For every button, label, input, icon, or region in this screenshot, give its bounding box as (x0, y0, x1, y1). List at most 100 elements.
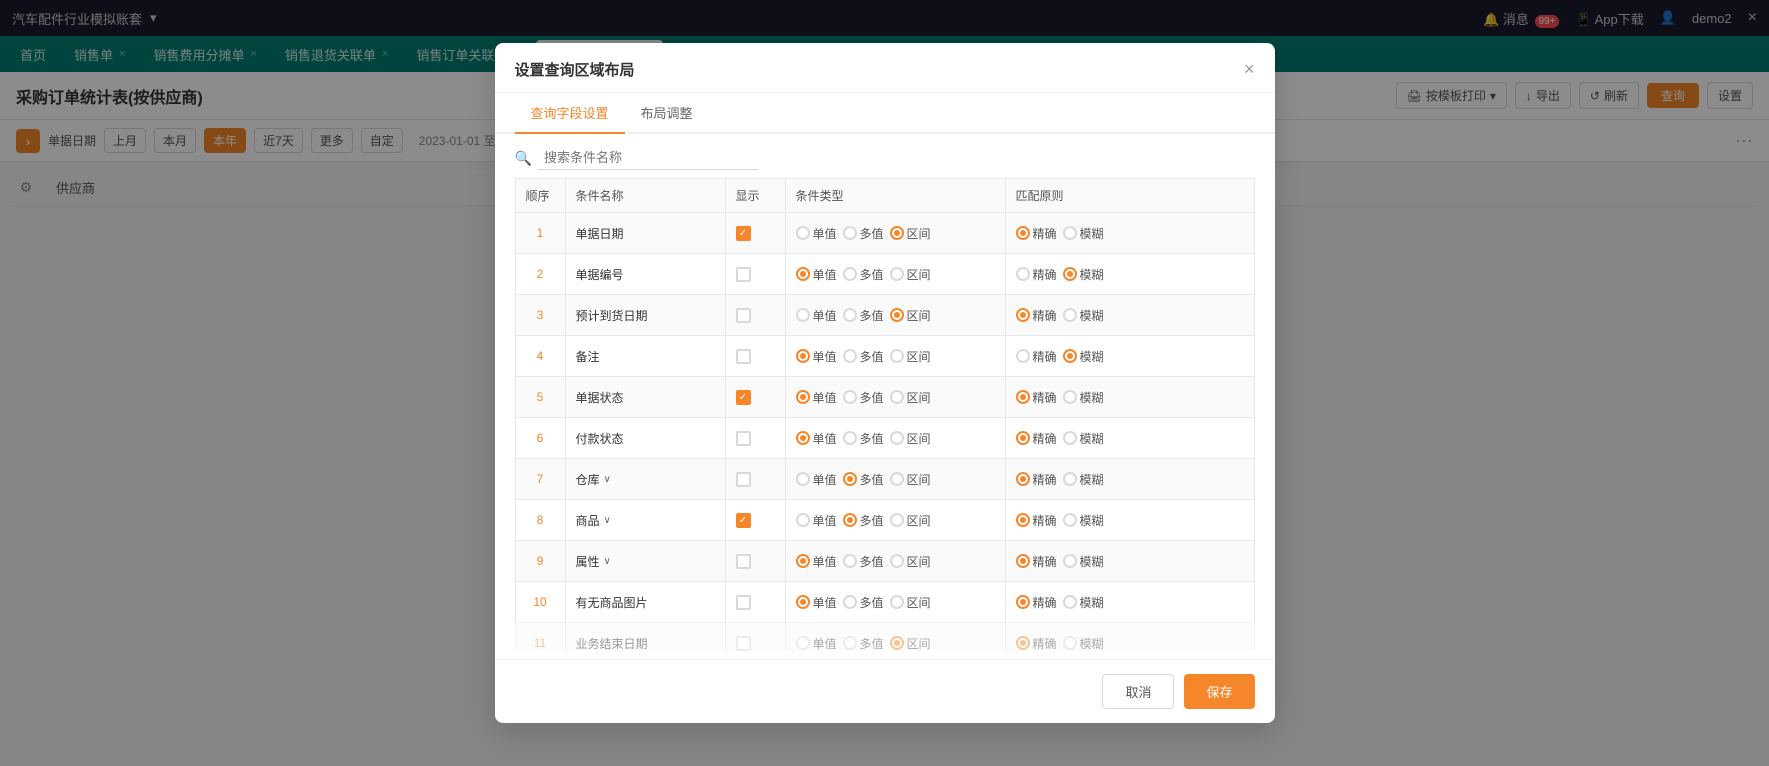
row2-display[interactable] (726, 254, 786, 294)
row5-checkbox[interactable]: ✓ (736, 390, 751, 405)
row6-range-radio[interactable] (890, 431, 904, 445)
row9-checkbox[interactable] (736, 554, 751, 569)
row8-single-radio[interactable] (796, 513, 810, 527)
row2-single-radio[interactable] (796, 267, 810, 281)
row11-multi-radio[interactable] (843, 636, 857, 650)
dialog-tab-layout[interactable]: 布局调整 (625, 93, 709, 134)
row3-multi-radio[interactable] (843, 308, 857, 322)
row6-fuzzy-radio[interactable] (1063, 431, 1077, 445)
row6-multi-radio[interactable] (843, 431, 857, 445)
row4-multi[interactable]: 多值 (843, 348, 884, 365)
row10-range[interactable]: 区间 (890, 594, 931, 611)
row2-fuzzy[interactable]: 模糊 (1063, 266, 1104, 283)
row3-exact[interactable]: 精确 (1016, 307, 1057, 324)
row1-range[interactable]: 区间 (890, 225, 931, 242)
row10-range-radio[interactable] (890, 595, 904, 609)
row3-fuzzy[interactable]: 模糊 (1063, 307, 1104, 324)
row3-multi[interactable]: 多值 (843, 307, 884, 324)
row10-single-radio[interactable] (796, 595, 810, 609)
row7-exact-radio[interactable] (1016, 472, 1030, 486)
row7-single[interactable]: 单值 (796, 471, 837, 488)
row8-exact-radio[interactable] (1016, 513, 1030, 527)
row5-single-radio[interactable] (796, 390, 810, 404)
row5-exact[interactable]: 精确 (1016, 389, 1057, 406)
search-input[interactable] (538, 146, 758, 170)
row4-multi-radio[interactable] (843, 349, 857, 363)
row4-fuzzy-radio[interactable] (1063, 349, 1077, 363)
row3-single-radio[interactable] (796, 308, 810, 322)
row6-multi[interactable]: 多值 (843, 430, 884, 447)
row3-display[interactable] (726, 295, 786, 335)
row2-fuzzy-radio[interactable] (1063, 267, 1077, 281)
row10-exact[interactable]: 精确 (1016, 594, 1057, 611)
row7-exact[interactable]: 精确 (1016, 471, 1057, 488)
row2-checkbox[interactable] (736, 267, 751, 282)
row8-display[interactable]: ✓ (726, 500, 786, 540)
row4-range[interactable]: 区间 (890, 348, 931, 365)
row8-range[interactable]: 区间 (890, 512, 931, 529)
row8-multi[interactable]: 多值 (843, 512, 884, 529)
row5-range-radio[interactable] (890, 390, 904, 404)
row4-single-radio[interactable] (796, 349, 810, 363)
row5-exact-radio[interactable] (1016, 390, 1030, 404)
row9-exact-radio[interactable] (1016, 554, 1030, 568)
dialog-tab-query-fields[interactable]: 查询字段设置 (515, 93, 625, 134)
row1-display[interactable]: ✓ (726, 213, 786, 253)
row3-single[interactable]: 单值 (796, 307, 837, 324)
row3-checkbox[interactable] (736, 308, 751, 323)
row9-multi[interactable]: 多值 (843, 553, 884, 570)
row1-single-radio[interactable] (796, 226, 810, 240)
row6-checkbox[interactable] (736, 431, 751, 446)
row4-display[interactable] (726, 336, 786, 376)
row9-fuzzy-radio[interactable] (1063, 554, 1077, 568)
row7-single-radio[interactable] (796, 472, 810, 486)
row10-exact-radio[interactable] (1016, 595, 1030, 609)
row9-exact[interactable]: 精确 (1016, 553, 1057, 570)
cancel-btn[interactable]: 取消 (1102, 674, 1174, 709)
row4-fuzzy[interactable]: 模糊 (1063, 348, 1104, 365)
row6-fuzzy[interactable]: 模糊 (1063, 430, 1104, 447)
row2-single[interactable]: 单值 (796, 266, 837, 283)
save-btn[interactable]: 保存 (1184, 674, 1254, 709)
row3-range-radio[interactable] (890, 308, 904, 322)
row2-range[interactable]: 区间 (890, 266, 931, 283)
row5-range[interactable]: 区间 (890, 389, 931, 406)
row8-fuzzy-radio[interactable] (1063, 513, 1077, 527)
row1-fuzzy[interactable]: 模糊 (1063, 225, 1104, 242)
row8-single[interactable]: 单值 (796, 512, 837, 529)
row10-display[interactable] (726, 582, 786, 622)
row2-exact-radio[interactable] (1016, 267, 1030, 281)
row7-checkbox[interactable] (736, 472, 751, 487)
row7-range-radio[interactable] (890, 472, 904, 486)
row7-fuzzy-radio[interactable] (1063, 472, 1077, 486)
row11-exact-radio[interactable] (1016, 636, 1030, 650)
row11-single-radio[interactable] (796, 636, 810, 650)
row9-fuzzy[interactable]: 模糊 (1063, 553, 1104, 570)
row1-multi[interactable]: 多值 (843, 225, 884, 242)
row7-fuzzy[interactable]: 模糊 (1063, 471, 1104, 488)
row8-exact[interactable]: 精确 (1016, 512, 1057, 529)
row1-range-radio[interactable] (890, 226, 904, 240)
row2-multi[interactable]: 多值 (843, 266, 884, 283)
row3-fuzzy-radio[interactable] (1063, 308, 1077, 322)
row10-multi-radio[interactable] (843, 595, 857, 609)
row11-checkbox[interactable] (736, 636, 751, 651)
row1-checkbox[interactable]: ✓ (736, 226, 751, 241)
row6-single-radio[interactable] (796, 431, 810, 445)
row6-range[interactable]: 区间 (890, 430, 931, 447)
row6-exact-radio[interactable] (1016, 431, 1030, 445)
row5-multi-radio[interactable] (843, 390, 857, 404)
row4-exact[interactable]: 精确 (1016, 348, 1057, 365)
row11-fuzzy-radio[interactable] (1063, 636, 1077, 650)
row5-display[interactable]: ✓ (726, 377, 786, 417)
row4-exact-radio[interactable] (1016, 349, 1030, 363)
row10-checkbox[interactable] (736, 595, 751, 610)
row5-multi[interactable]: 多值 (843, 389, 884, 406)
row1-exact[interactable]: 精确 (1016, 225, 1057, 242)
row1-fuzzy-radio[interactable] (1063, 226, 1077, 240)
row5-fuzzy-radio[interactable] (1063, 390, 1077, 404)
row9-single[interactable]: 单值 (796, 553, 837, 570)
row7-range[interactable]: 区间 (890, 471, 931, 488)
row6-display[interactable] (726, 418, 786, 458)
row3-exact-radio[interactable] (1016, 308, 1030, 322)
